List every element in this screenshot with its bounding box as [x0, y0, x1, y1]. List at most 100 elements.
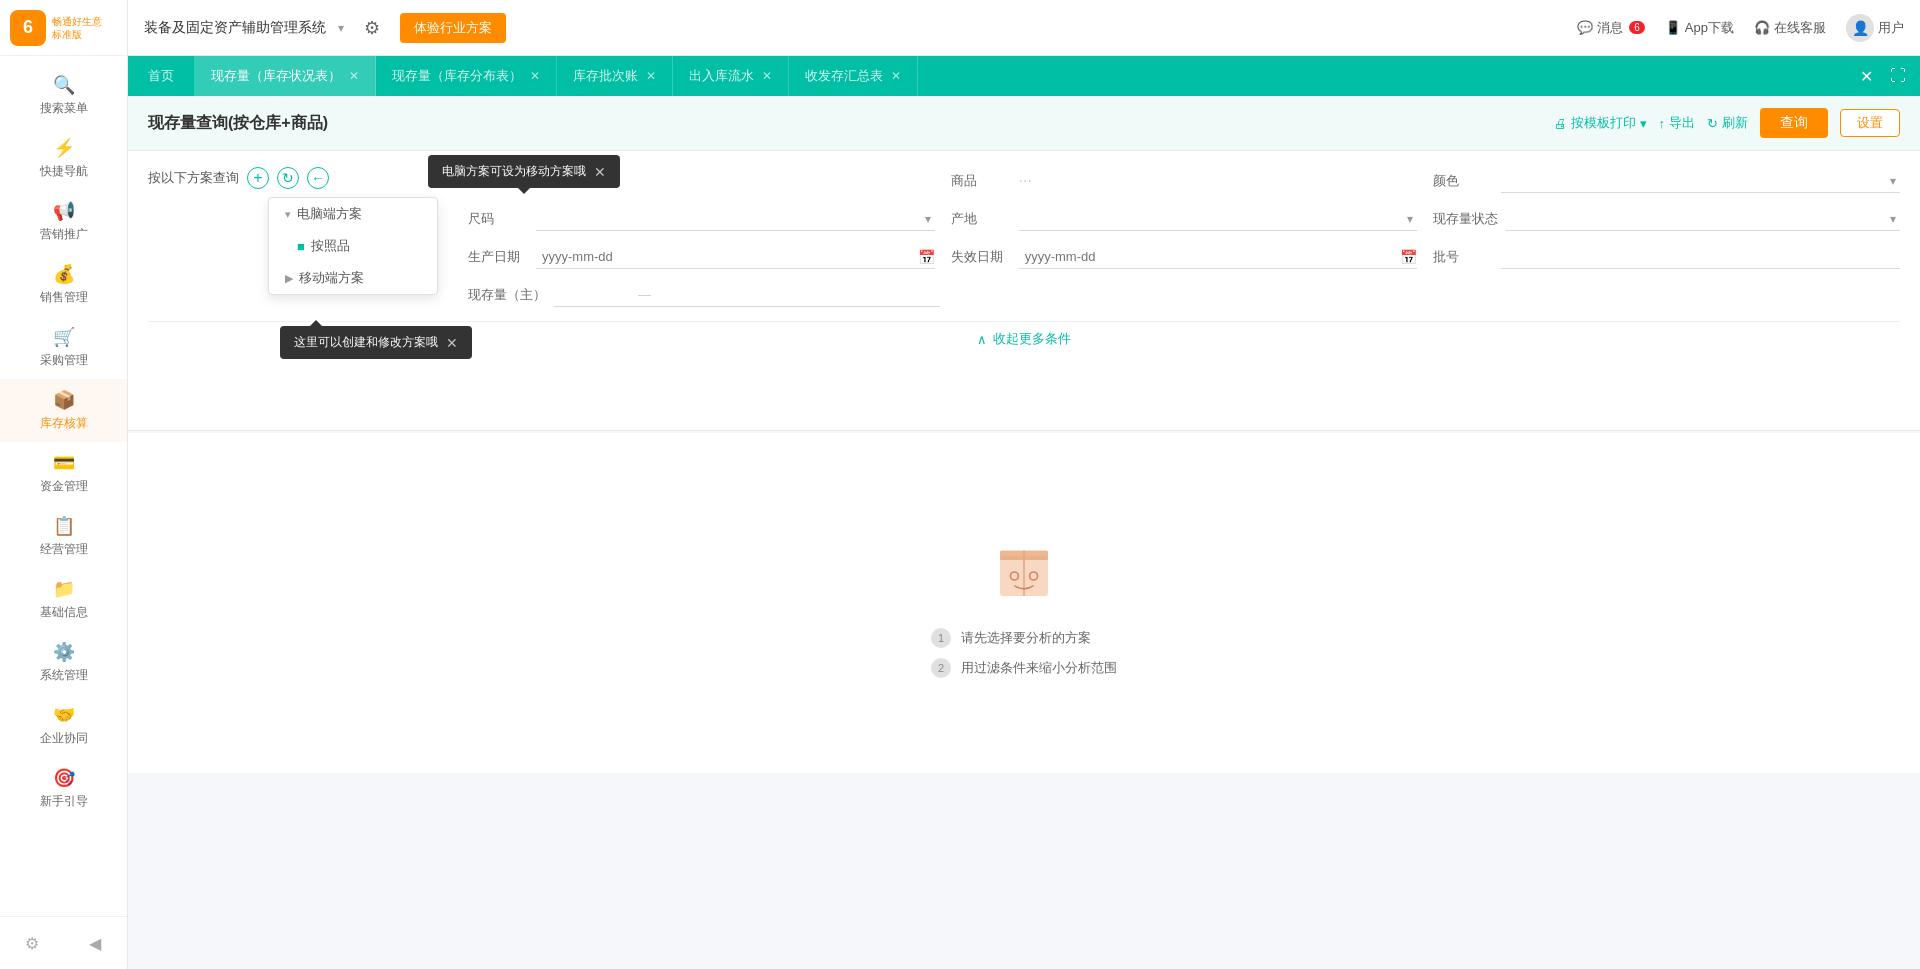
stock-status-select[interactable] [1506, 207, 1900, 231]
close-all-tabs-icon[interactable]: ✕ [1852, 62, 1880, 90]
field-origin: 产地 ▾ [951, 207, 1418, 231]
tooltip2-close[interactable]: ✕ [446, 335, 458, 351]
maximize-icon[interactable]: ⛶ [1884, 62, 1912, 90]
messages-item[interactable]: 💬 消息 6 [1577, 19, 1645, 37]
field-exp-date: 失效日期 📅 [951, 245, 1418, 269]
sidebar-item-quick[interactable]: ⚡ 快捷导航 [0, 127, 127, 190]
tooltip1-close[interactable]: ✕ [594, 164, 606, 180]
tab-summary[interactable]: 收发存汇总表 ✕ [789, 56, 918, 96]
inventory-icon: 📦 [53, 389, 75, 411]
tab-stock-dist[interactable]: 现存量（库存分布表） ✕ [376, 56, 557, 96]
reset-btn[interactable]: 设置 [1840, 109, 1900, 137]
export-btn[interactable]: ↑ 导出 [1659, 114, 1696, 132]
sidebar-label-inventory: 库存核算 [40, 415, 88, 432]
print-dropdown-icon: ▾ [1640, 116, 1647, 131]
add-scheme-btn[interactable]: + [247, 167, 269, 189]
sidebar-item-sales[interactable]: 💰 销售管理 [0, 253, 127, 316]
origin-select[interactable] [1019, 207, 1418, 231]
tree-sub-item-pinzhao[interactable]: ■ 按照品 [269, 230, 437, 262]
tab-batch-close[interactable]: ✕ [646, 69, 656, 83]
tree-item-mobile[interactable]: ▶ 移动端方案 [269, 262, 437, 294]
tab-stock-dist-close[interactable]: ✕ [530, 69, 540, 83]
refresh-btn[interactable]: ↻ 刷新 [1707, 114, 1748, 132]
print-label: 按模板打印 [1571, 114, 1636, 132]
sidebar-item-enterprise[interactable]: 🤝 企业协同 [0, 694, 127, 757]
message-label: 消息 [1597, 19, 1623, 37]
operation-icon: 📋 [53, 515, 75, 537]
sidebar: 6 畅通好生意 标准版 🔍 搜索菜单 ⚡ 快捷导航 📢 营销推广 💰 销售管理 … [0, 0, 128, 969]
user-label: 用户 [1878, 19, 1904, 37]
mfg-date-field: 📅 [536, 245, 935, 269]
tab-summary-close[interactable]: ✕ [891, 69, 901, 83]
batch-input[interactable] [1501, 245, 1900, 269]
empty-state-illustration [984, 528, 1064, 608]
print-btn[interactable]: 🖨 按模板打印 ▾ [1554, 114, 1647, 132]
inventory-max-input[interactable] [655, 283, 735, 306]
filter-row-1: 仓库 ··· 商品 ··· 颜色 ▾ [468, 169, 1900, 193]
mfg-date-input[interactable] [536, 245, 914, 268]
tab-summary-label: 收发存汇总表 [805, 67, 883, 85]
sidebar-label-system: 系统管理 [40, 667, 88, 684]
exp-date-input[interactable] [1019, 245, 1397, 268]
filter-row-4: 现存量（主） — [468, 283, 1900, 307]
tooltip2-text: 这里可以创建和修改方案哦 [294, 334, 438, 351]
tree-desktop-label: 电脑端方案 [297, 205, 362, 223]
empty-step-1: 1 请先选择要分析的方案 [931, 628, 1117, 648]
size-select[interactable] [536, 207, 935, 231]
goods-label: 商品 [951, 172, 1011, 190]
tab-stock-status[interactable]: 现存量（库存状况表） ✕ [195, 56, 376, 96]
inventory-min-input[interactable] [554, 283, 634, 306]
tabbar-actions: ✕ ⛶ [1844, 62, 1920, 90]
refresh-scheme-btn[interactable]: ↻ [277, 167, 299, 189]
online-support-label: 在线客服 [1774, 19, 1826, 37]
user-item[interactable]: 👤 用户 [1846, 14, 1904, 42]
size-select-wrapper: ▾ [536, 207, 935, 231]
sidebar-item-purchase[interactable]: 🛒 采购管理 [0, 316, 127, 379]
tooltip-create-scheme: 这里可以创建和修改方案哦 ✕ [280, 326, 472, 359]
chevron-down-icon: ▾ [285, 208, 291, 221]
exp-calendar-icon[interactable]: 📅 [1400, 249, 1417, 265]
sidebar-item-finance[interactable]: 💳 资金管理 [0, 442, 127, 505]
sidebar-label-quick: 快捷导航 [40, 163, 88, 180]
app-download-item[interactable]: 📱 App下载 [1665, 19, 1734, 37]
sidebar-item-base[interactable]: 📁 基础信息 [0, 568, 127, 631]
sidebar-item-inventory[interactable]: 📦 库存核算 [0, 379, 127, 442]
mfg-calendar-icon[interactable]: 📅 [918, 249, 935, 265]
tab-home[interactable]: 首页 [128, 56, 195, 96]
sidebar-label-search: 搜索菜单 [40, 100, 88, 117]
brand-name: 畅通好生意 [52, 15, 102, 28]
topbar: 装备及固定资产辅助管理系统 ▾ ⚙ 体验行业方案 💬 消息 6 📱 App下载 … [128, 0, 1920, 56]
tree-mobile-label: 移动端方案 [299, 269, 364, 287]
sidebar-item-operation[interactable]: 📋 经营管理 [0, 505, 127, 568]
base-icon: 📁 [53, 578, 75, 600]
phone-icon: 📱 [1665, 20, 1681, 35]
query-btn[interactable]: 查询 [1760, 108, 1828, 138]
tab-stock-status-close[interactable]: ✕ [349, 69, 359, 83]
tab-flow-close[interactable]: ✕ [762, 69, 772, 83]
stock-status-label: 现存量状态 [1433, 210, 1498, 228]
tree-item-desktop[interactable]: ▾ 电脑端方案 [269, 198, 437, 230]
online-support-item[interactable]: 🎧 在线客服 [1754, 19, 1826, 37]
back-scheme-btn[interactable]: ← [307, 167, 329, 189]
sidebar-item-search[interactable]: 🔍 搜索菜单 [0, 64, 127, 127]
topbar-settings-icon[interactable]: ⚙ [356, 12, 388, 44]
tab-flow[interactable]: 出入库流水 ✕ [673, 56, 789, 96]
sidebar-item-guide[interactable]: 🎯 新手引导 [0, 757, 127, 820]
collapse-sidebar-icon[interactable]: ◀ [81, 929, 109, 957]
tab-batch[interactable]: 库存批次账 ✕ [557, 56, 673, 96]
empty-step-2: 2 用过滤条件来缩小分析范围 [931, 658, 1117, 678]
color-select[interactable] [1501, 169, 1900, 193]
print-icon: 🖨 [1554, 116, 1567, 131]
tooltip1-text: 电脑方案可设为移动方案哦 [442, 163, 586, 180]
sidebar-item-system[interactable]: ⚙️ 系统管理 [0, 631, 127, 694]
sidebar-item-marketing[interactable]: 📢 营销推广 [0, 190, 127, 253]
step1-text: 请先选择要分析的方案 [961, 629, 1091, 647]
refresh-icon: ↻ [1707, 116, 1718, 131]
industry-btn[interactable]: 体验行业方案 [400, 13, 506, 43]
settings-bottom-icon[interactable]: ⚙ [18, 929, 46, 957]
step1-num: 1 [931, 628, 951, 648]
system-dropdown-icon[interactable]: ▾ [338, 21, 344, 35]
app-brand: 畅通好生意 标准版 [52, 15, 102, 41]
filter-label: 按以下方案查询 [148, 169, 239, 187]
stock-status-wrapper: ▾ [1506, 207, 1900, 231]
